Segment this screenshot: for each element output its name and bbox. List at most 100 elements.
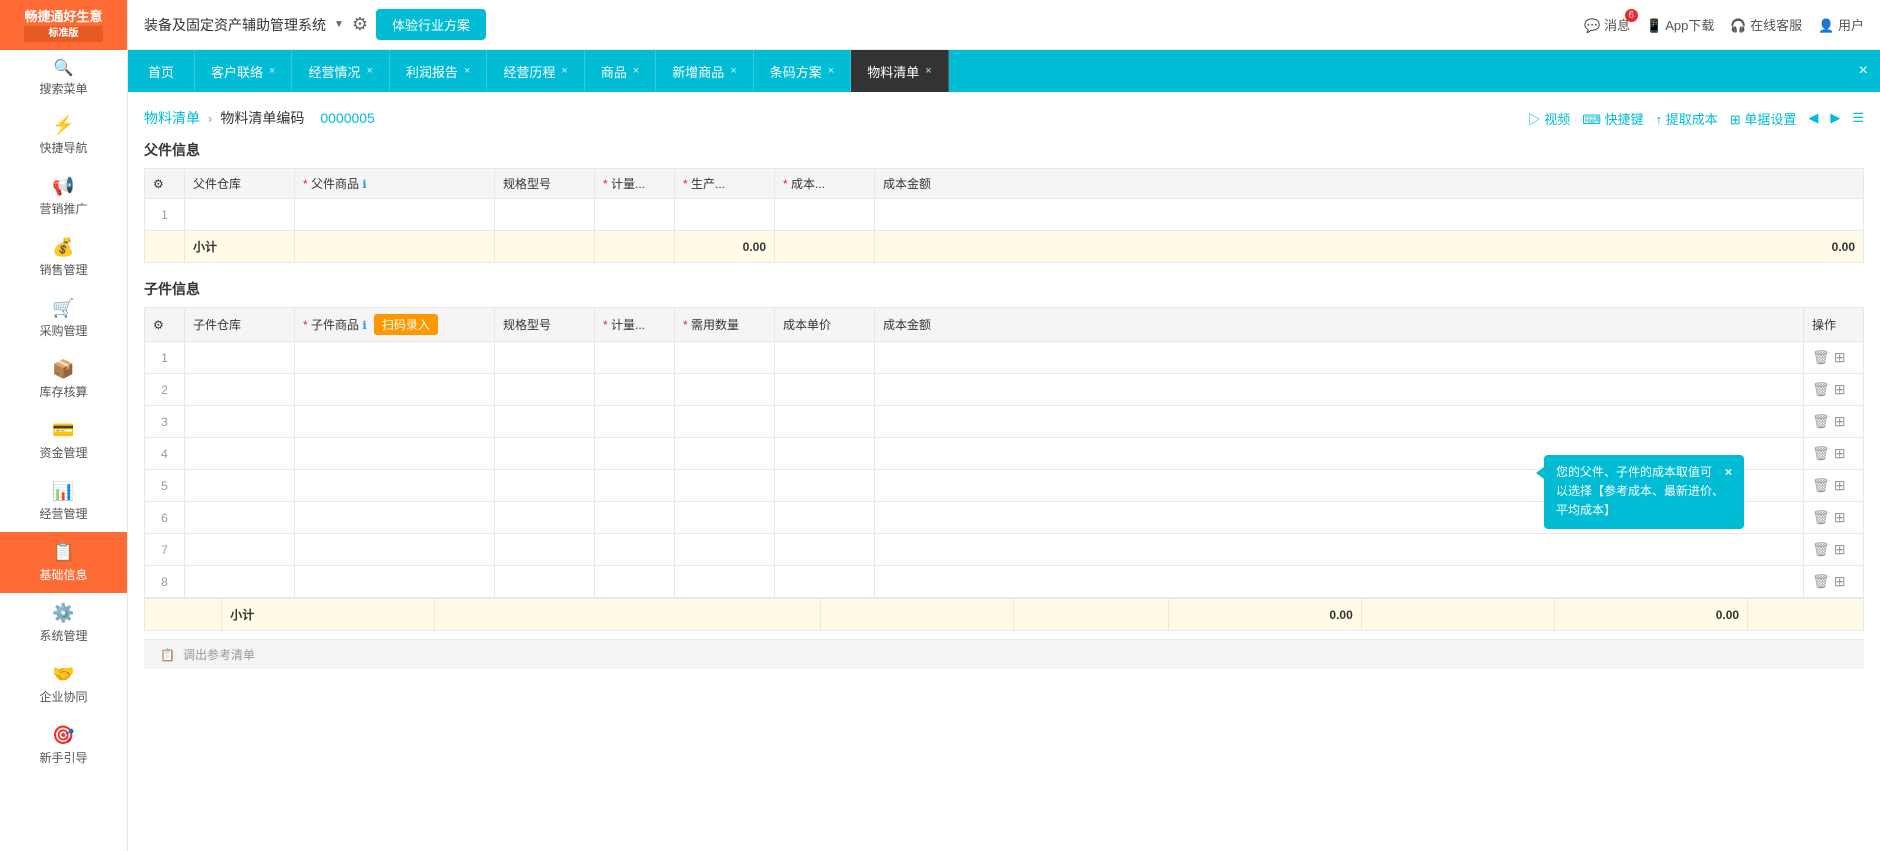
nav-next-icon[interactable]: ▶ bbox=[1830, 110, 1840, 126]
delete-icon[interactable]: 🗑 bbox=[1812, 477, 1830, 494]
tab-close-icon[interactable]: × bbox=[269, 65, 275, 77]
child-unit-cell[interactable] bbox=[595, 566, 675, 598]
child-unit-cell[interactable] bbox=[595, 470, 675, 502]
child-warehouse-cell[interactable] bbox=[185, 534, 295, 566]
child-product-cell[interactable] bbox=[295, 406, 495, 438]
child-unit-cell[interactable] bbox=[595, 438, 675, 470]
child-spec-cell[interactable] bbox=[495, 566, 595, 598]
sidebar-item-enterprise[interactable]: 🤝 企业协同 bbox=[0, 654, 127, 715]
scan-btn[interactable]: 扫码录入 bbox=[374, 314, 438, 335]
child-unit-cell[interactable] bbox=[595, 374, 675, 406]
tab-home[interactable]: 首页 bbox=[128, 50, 195, 92]
child-price-cell[interactable] bbox=[775, 438, 875, 470]
child-amount-cell[interactable] bbox=[875, 406, 1804, 438]
copy-icon[interactable]: ⊞ bbox=[1834, 573, 1846, 590]
tab-close-icon[interactable]: × bbox=[633, 65, 639, 77]
settings-icon[interactable]: ⚙ bbox=[352, 14, 368, 35]
delete-icon[interactable]: 🗑 bbox=[1812, 509, 1830, 526]
child-price-cell[interactable] bbox=[775, 374, 875, 406]
child-product-cell[interactable] bbox=[295, 534, 495, 566]
child-spec-cell[interactable] bbox=[495, 438, 595, 470]
tooltip-close-btn[interactable]: × bbox=[1725, 463, 1732, 482]
delete-icon[interactable]: 🗑 bbox=[1812, 381, 1830, 398]
tab-close-icon[interactable]: × bbox=[925, 65, 931, 77]
parent-col-settings[interactable]: ⚙ bbox=[145, 169, 185, 199]
child-warehouse-cell[interactable] bbox=[185, 374, 295, 406]
copy-icon[interactable]: ⊞ bbox=[1834, 541, 1846, 558]
parent-spec-cell[interactable] bbox=[495, 199, 595, 231]
child-spec-cell[interactable] bbox=[495, 534, 595, 566]
child-warehouse-cell[interactable] bbox=[185, 502, 295, 534]
child-col-settings[interactable]: ⚙ bbox=[145, 308, 185, 342]
sidebar-item-sales[interactable]: 💰 销售管理 bbox=[0, 227, 127, 288]
tab-close-icon[interactable]: × bbox=[828, 65, 834, 77]
tab-products[interactable]: 商品 × bbox=[585, 50, 656, 92]
tab-customer[interactable]: 客户联络 × bbox=[195, 50, 292, 92]
child-amount-cell[interactable] bbox=[875, 534, 1804, 566]
child-qty-cell[interactable] bbox=[675, 502, 775, 534]
sidebar-item-guide[interactable]: 🎯 新手引导 bbox=[0, 715, 127, 776]
sidebar-item-finance[interactable]: 💳 资金管理 bbox=[0, 410, 127, 471]
child-qty-cell[interactable] bbox=[675, 438, 775, 470]
user-area[interactable]: 👤 用户 bbox=[1818, 15, 1864, 34]
menu-icon[interactable]: ☰ bbox=[1852, 110, 1864, 126]
tab-history[interactable]: 经营历程 × bbox=[487, 50, 584, 92]
sidebar-item-purchase[interactable]: 🛒 采购管理 bbox=[0, 288, 127, 349]
delete-icon[interactable]: 🗑 bbox=[1812, 445, 1830, 462]
sidebar-item-search[interactable]: 🔍 搜索菜单 bbox=[0, 50, 127, 105]
copy-icon[interactable]: ⊞ bbox=[1834, 477, 1846, 494]
child-product-cell[interactable] bbox=[295, 566, 495, 598]
tab-close-icon[interactable]: × bbox=[464, 65, 470, 77]
experience-btn[interactable]: 体验行业方案 bbox=[376, 9, 486, 40]
delete-icon[interactable]: 🗑 bbox=[1812, 349, 1830, 366]
child-qty-cell[interactable] bbox=[675, 342, 775, 374]
child-spec-cell[interactable] bbox=[495, 406, 595, 438]
child-unit-cell[interactable] bbox=[595, 534, 675, 566]
view-action[interactable]: ▷ 视频 bbox=[1528, 109, 1571, 128]
child-product-cell[interactable] bbox=[295, 438, 495, 470]
child-amount-cell[interactable] bbox=[875, 374, 1804, 406]
sidebar-item-basic-info[interactable]: 📋 基础信息 bbox=[0, 532, 127, 593]
copy-icon[interactable]: ⊞ bbox=[1834, 381, 1846, 398]
parent-cost-cell[interactable] bbox=[775, 199, 875, 231]
copy-icon[interactable]: ⊞ bbox=[1834, 349, 1846, 366]
delete-icon[interactable]: 🗑 bbox=[1812, 413, 1830, 430]
message-wrap[interactable]: 💬 消息 6 bbox=[1584, 15, 1630, 34]
child-warehouse-cell[interactable] bbox=[185, 342, 295, 374]
child-product-cell[interactable] bbox=[295, 374, 495, 406]
child-spec-cell[interactable] bbox=[495, 342, 595, 374]
child-warehouse-cell[interactable] bbox=[185, 406, 295, 438]
extract-cost-action[interactable]: ↑ 提取成本 bbox=[1656, 109, 1718, 128]
child-qty-cell[interactable] bbox=[675, 566, 775, 598]
tab-operations[interactable]: 经营情况 × bbox=[292, 50, 389, 92]
child-qty-cell[interactable] bbox=[675, 534, 775, 566]
nav-prev-icon[interactable]: ◀ bbox=[1808, 110, 1818, 126]
child-unit-cell[interactable] bbox=[595, 342, 675, 374]
child-price-cell[interactable] bbox=[775, 566, 875, 598]
sidebar-item-quick-nav[interactable]: ⚡ 快捷导航 bbox=[0, 105, 127, 166]
child-product-cell[interactable] bbox=[295, 342, 495, 374]
child-warehouse-cell[interactable] bbox=[185, 566, 295, 598]
single-settings-action[interactable]: ⊞ 单据设置 bbox=[1730, 109, 1797, 128]
parent-unit-cell[interactable] bbox=[595, 199, 675, 231]
child-amount-cell[interactable] bbox=[875, 566, 1804, 598]
child-price-cell[interactable] bbox=[775, 470, 875, 502]
sidebar-item-system[interactable]: ⚙️ 系统管理 bbox=[0, 593, 127, 654]
shortcut-action[interactable]: ⌨ 快捷键 bbox=[1582, 109, 1643, 128]
child-spec-cell[interactable] bbox=[495, 502, 595, 534]
child-price-cell[interactable] bbox=[775, 406, 875, 438]
child-qty-cell[interactable] bbox=[675, 374, 775, 406]
child-spec-cell[interactable] bbox=[495, 470, 595, 502]
tab-close-icon[interactable]: × bbox=[561, 65, 567, 77]
sidebar-item-inventory[interactable]: 📦 库存核算 bbox=[0, 349, 127, 410]
tab-new-product[interactable]: 新增商品 × bbox=[656, 50, 753, 92]
child-price-cell[interactable] bbox=[775, 342, 875, 374]
child-product-cell[interactable] bbox=[295, 470, 495, 502]
app-download[interactable]: 📱 App下载 bbox=[1646, 15, 1714, 34]
delete-icon[interactable]: 🗑 bbox=[1812, 573, 1830, 590]
tab-profit[interactable]: 利润报告 × bbox=[390, 50, 487, 92]
tab-close-icon[interactable]: × bbox=[366, 65, 372, 77]
delete-icon[interactable]: 🗑 bbox=[1812, 541, 1830, 558]
child-qty-cell[interactable] bbox=[675, 406, 775, 438]
sidebar-item-operations[interactable]: 📊 经营管理 bbox=[0, 471, 127, 532]
